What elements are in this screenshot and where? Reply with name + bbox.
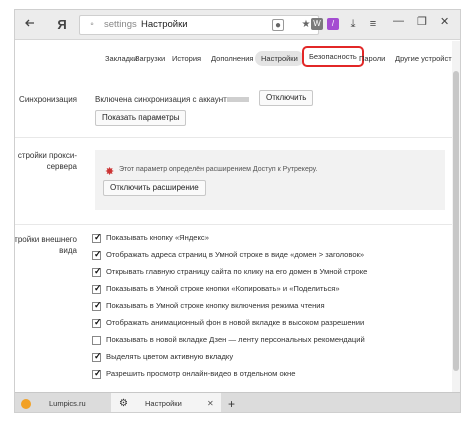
sync-section-label: Синхронизация [19,95,77,104]
tab-history[interactable]: История [172,54,201,63]
proxy-section-label: стройки прокси- сервера [15,150,77,172]
address-title: Настройки [141,19,188,30]
gear-icon: ⚙ [119,398,128,409]
checkmark-icon: ✓ [94,368,102,378]
checkmark-icon: ✓ [94,317,102,327]
proxy-label-line1: стройки прокси- [17,151,77,160]
account-redacted [227,97,249,102]
checkmark-icon: ✓ [94,351,102,361]
option-label: Показывать кнопку «Яндекс» [106,233,209,242]
lumpics-favicon-icon [21,399,31,409]
scrollbar-thumb[interactable] [453,71,459,371]
checkbox[interactable]: ✓ [92,300,102,311]
checkmark-icon: ✓ [94,266,102,276]
page-info-icon[interactable]: ● [272,19,284,31]
tab-downloads[interactable]: Загрузки [135,54,165,63]
checkbox[interactable]: ✓ [92,249,102,260]
checkbox[interactable]: ✓ [92,317,102,328]
proxy-info-box: ✸ Этот параметр определён расширением До… [95,150,445,210]
tab-extensions[interactable]: Дополнения [211,54,253,63]
restore-icon[interactable]: ❐ [417,15,427,28]
option-label: Выделять цветом активную вкладку [106,352,234,361]
browser-toolbar: Я ◦ settings Настройки ● ★ W / ⤓ ≡ — ❐ ✕ [15,10,460,40]
proxy-label-line2: сервера [46,162,77,171]
appearance-section-label: стройки внешнего вида [14,234,77,256]
browser-tab-lumpics[interactable]: Lumpics.ru [49,393,86,412]
checkbox[interactable]: ✓ [92,351,102,362]
disable-extension-button[interactable]: Отключить расширение [103,180,206,196]
settings-nav: Закладки Загрузки История Дополнения Нас… [15,46,460,72]
extension-vk-icon[interactable]: W [311,18,323,30]
section-divider [15,224,460,225]
browser-tab-settings-container[interactable]: ⚙ Настройки ✕ [111,393,221,412]
checkmark-icon: ✓ [94,283,102,293]
sync-disable-button[interactable]: Отключить [259,90,314,106]
tab-bookmarks[interactable]: Закладки [105,54,137,63]
checkbox[interactable]: ✓ [92,266,102,277]
appearance-label-line2: вида [59,246,77,255]
extension-puzzle-icon: ✸ [105,166,115,178]
sync-status-text: Включена синхронизация с аккаунтом [95,95,237,104]
checkmark-icon: ✓ [94,249,102,259]
tab-settings[interactable]: Настройки [255,51,304,66]
show-params-button[interactable]: Показать параметры [95,110,187,126]
checkmark-icon: ✓ [94,300,102,310]
browser-tab-settings: Настройки [145,399,182,408]
close-icon[interactable]: ✕ [440,15,449,28]
option-label: Открывать главную страницу сайта по клик… [106,267,368,276]
appearance-label-line1: стройки внешнего [14,235,77,244]
arrow-left-icon [25,19,34,27]
option-label: Разрешить просмотр онлайн-видео в отдель… [106,369,296,378]
checkmark-icon: ✓ [94,232,102,242]
close-tab-icon[interactable]: ✕ [207,393,214,412]
tab-other-devices[interactable]: Другие устройства [395,54,460,63]
checkbox[interactable]: ✓ [92,283,102,294]
checkbox[interactable]: ✓ [92,368,102,379]
new-tab-plus-icon[interactable]: + [228,393,235,412]
yandex-logo-button[interactable]: Я [53,16,71,34]
globe-icon: ◦ [90,19,94,30]
download-icon[interactable]: ⤓ [347,18,359,30]
browser-window: Я ◦ settings Настройки ● ★ W / ⤓ ≡ — ❐ ✕… [14,9,461,413]
section-divider [15,137,460,138]
browser-tab-strip: Lumpics.ru ⚙ Настройки ✕ + [15,392,460,412]
scrollbar[interactable] [452,41,460,392]
option-label: Отображать адреса страниц в Умной строке… [106,250,365,259]
address-host: settings [104,19,137,30]
checkbox[interactable] [92,336,101,345]
checkbox[interactable]: ✓ [92,232,102,243]
back-button[interactable] [21,16,39,34]
address-bar[interactable]: ◦ settings Настройки ● ★ [79,15,319,35]
option-label: Показывать в Умной строке кнопки «Копиро… [106,284,340,293]
option-label: Показывать в новой вкладке Дзен — ленту … [106,335,365,344]
menu-icon[interactable]: ≡ [367,18,379,30]
minimize-icon[interactable]: — [393,15,404,27]
option-label: Отображать анимационный фон в новой вкла… [106,318,365,327]
proxy-info-text: Этот параметр определён расширением Дост… [119,166,318,173]
tab-passwords[interactable]: Пароли [359,54,385,63]
option-label: Показывать в Умной строке кнопку включен… [106,301,325,310]
extension-pen-icon[interactable]: / [327,18,339,30]
tab-security[interactable]: Безопасность [302,46,364,67]
